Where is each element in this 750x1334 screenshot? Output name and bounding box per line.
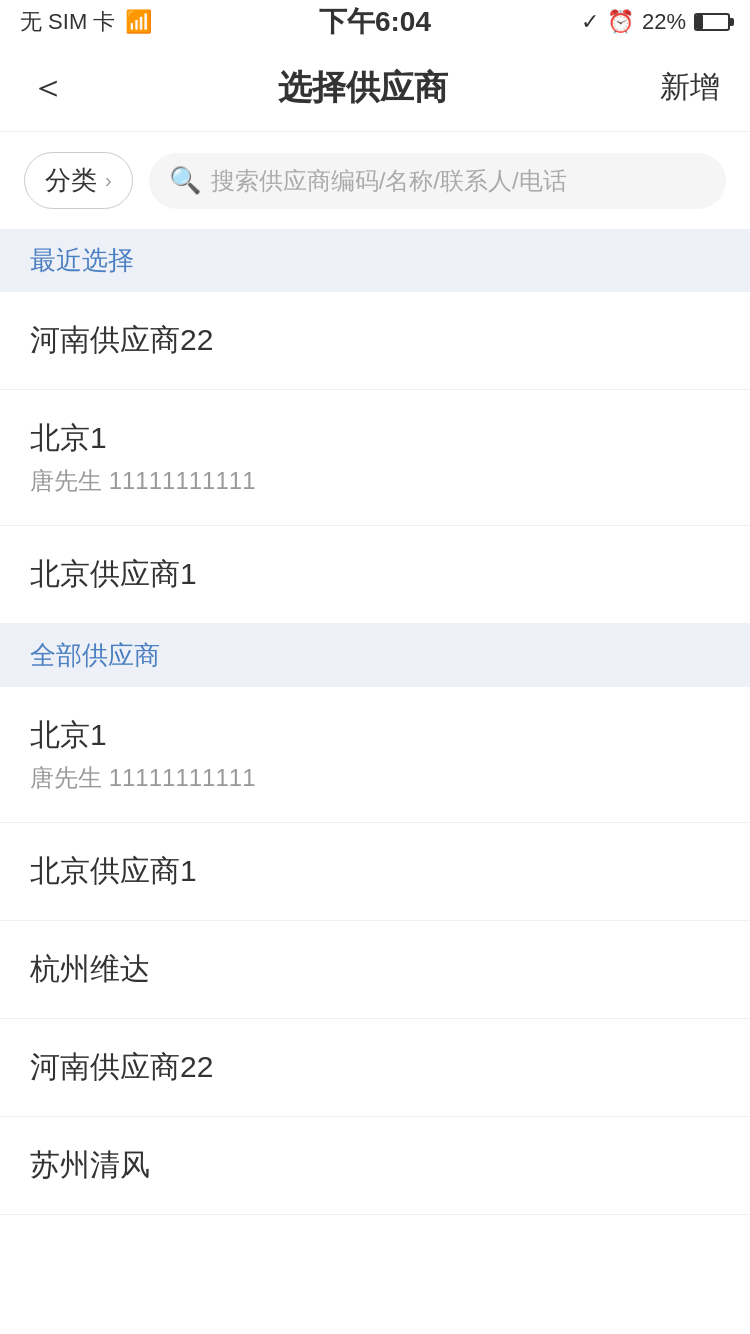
list-item-a3[interactable]: 杭州维达 [0,921,750,1019]
nav-bar: ＜ 选择供应商 新增 [0,44,750,132]
item-name-a2: 北京供应商1 [30,851,720,892]
item-sub-a1: 唐先生 11111111111 [30,762,720,794]
section-header-text-all: 全部供应商 [30,640,160,670]
item-name-a3: 杭州维达 [30,949,720,990]
battery-percent: 22% [642,9,686,35]
section-header-text-recent: 最近选择 [30,245,134,275]
list-item-a4[interactable]: 河南供应商22 [0,1019,750,1117]
status-left: 无 SIM 卡 📶 [20,7,152,37]
battery-icon [694,13,730,31]
list-item-r2[interactable]: 北京1 唐先生 11111111111 [0,390,750,526]
wifi-icon: 📶 [125,9,152,35]
page-title: 选择供应商 [278,65,448,111]
category-label: 分类 [45,163,97,198]
item-sub-r2: 唐先生 11111111111 [30,465,720,497]
add-button[interactable]: 新增 [660,67,720,108]
category-button[interactable]: 分类 › [24,152,133,209]
list-item-r1[interactable]: 河南供应商22 [0,292,750,390]
item-name-a4: 河南供应商22 [30,1047,720,1088]
section-header-recent: 最近选择 [0,229,750,292]
list-item-a1[interactable]: 北京1 唐先生 11111111111 [0,687,750,823]
search-icon: 🔍 [169,165,201,196]
sections-container: 最近选择河南供应商22 北京1 唐先生 11111111111 北京供应商1 全部供应商… [0,229,750,1215]
list-item-a2[interactable]: 北京供应商1 [0,823,750,921]
back-button[interactable]: ＜ [30,63,66,112]
search-placeholder: 搜索供应商编码/名称/联系人/电话 [211,165,567,197]
chevron-right-icon: › [105,169,112,192]
item-name-r2: 北京1 [30,418,720,459]
status-right: ✓ ⏰ 22% [581,9,730,35]
item-name-a5: 苏州清风 [30,1145,720,1186]
search-box[interactable]: 🔍 搜索供应商编码/名称/联系人/电话 [149,153,726,209]
no-sim-label: 无 SIM 卡 [20,7,115,37]
alarm-icon: ⏰ [607,9,634,35]
item-name-r1: 河南供应商22 [30,320,720,361]
status-time: 下午6:04 [319,3,431,41]
section-header-all: 全部供应商 [0,624,750,687]
status-bar: 无 SIM 卡 📶 下午6:04 ✓ ⏰ 22% [0,0,750,44]
list-item-r3[interactable]: 北京供应商1 [0,526,750,624]
list-item-a5[interactable]: 苏州清风 [0,1117,750,1215]
location-icon: ✓ [581,9,599,35]
item-name-r3: 北京供应商1 [30,554,720,595]
filter-bar: 分类 › 🔍 搜索供应商编码/名称/联系人/电话 [0,132,750,229]
item-name-a1: 北京1 [30,715,720,756]
